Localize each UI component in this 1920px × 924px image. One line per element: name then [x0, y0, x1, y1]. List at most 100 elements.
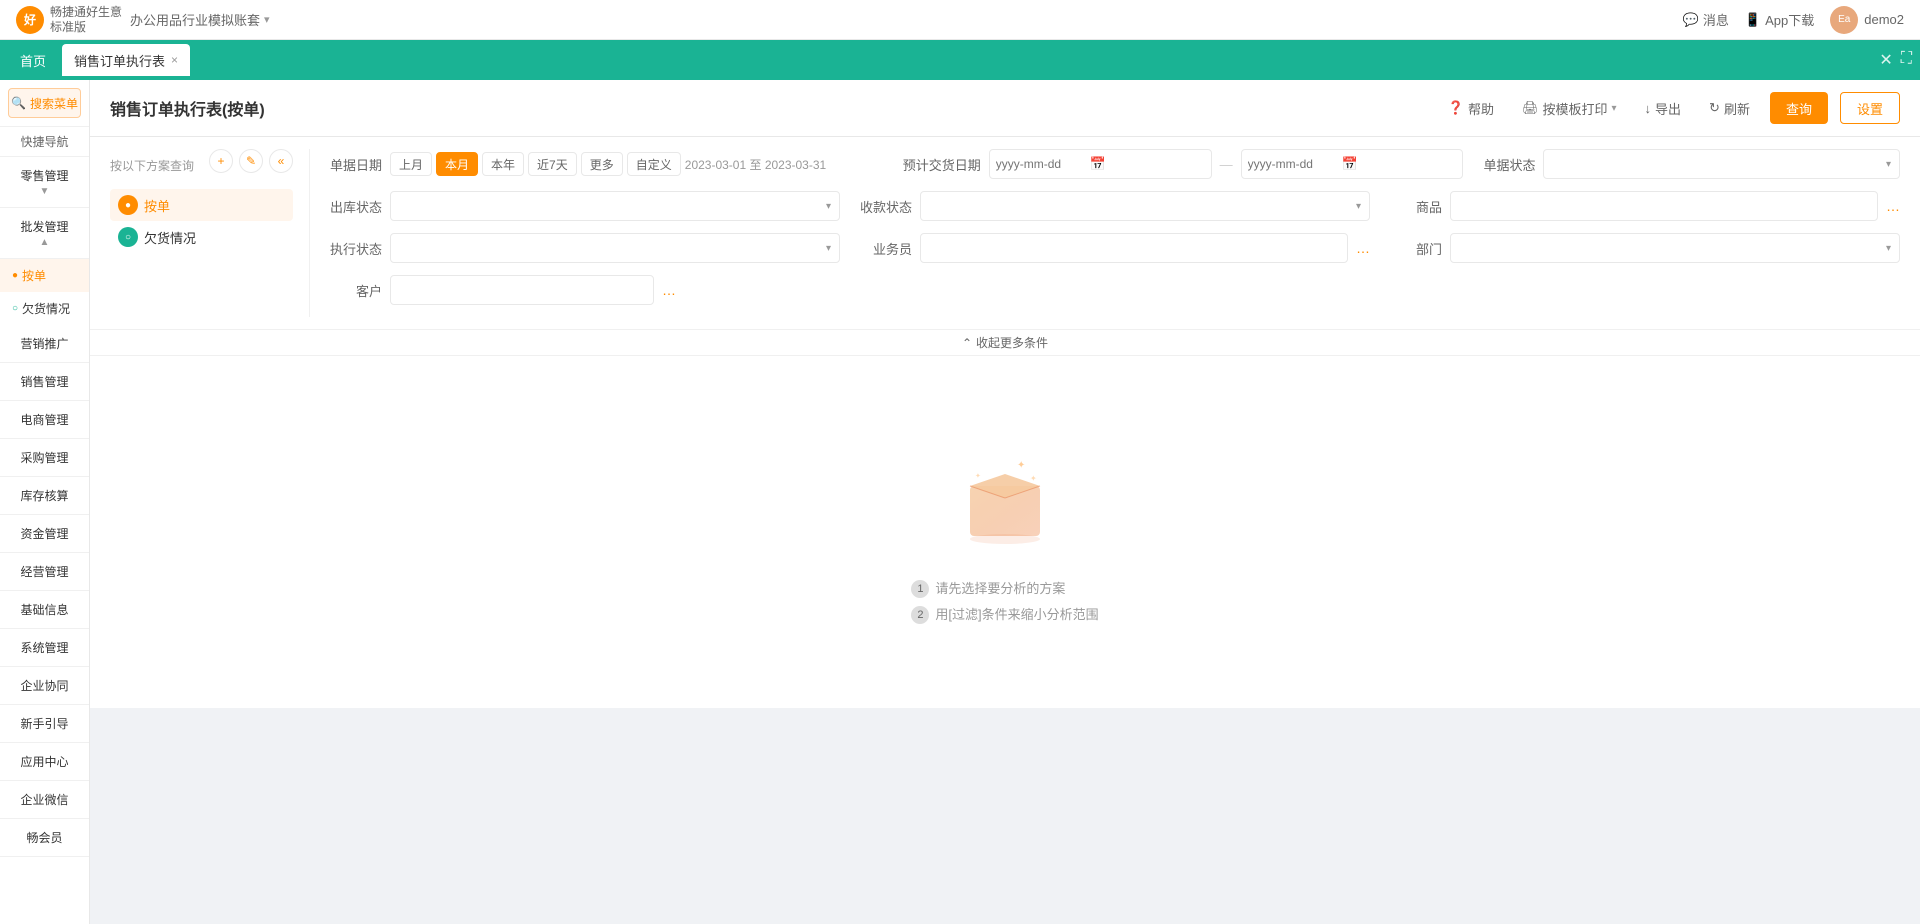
- empty-illustration: ✦ ✦ ✦: [945, 436, 1065, 556]
- sidebar-item-ecommerce[interactable]: 电商管理: [0, 401, 89, 439]
- customer-more-button[interactable]: …: [662, 282, 676, 298]
- salesperson-more-button[interactable]: …: [1356, 240, 1370, 256]
- filter-row-3: 执行状态 ▾ 业务员 …: [326, 233, 1900, 263]
- collapse-button[interactable]: ⌃ 收起更多条件: [962, 334, 1048, 351]
- date-btn-last-7[interactable]: 近7天: [528, 152, 577, 176]
- print-button[interactable]: 🖨 按模板打印 ▾: [1514, 95, 1625, 122]
- salesperson-input-wrap: [920, 233, 1348, 263]
- customer-input[interactable]: [390, 275, 654, 305]
- logo-text: 畅捷通好生意 标准版: [50, 5, 122, 34]
- chevron-down-icon: ▼: [40, 186, 50, 197]
- sidebar-item-inventory[interactable]: 库存核算: [0, 477, 89, 515]
- salesperson-input[interactable]: [920, 233, 1348, 263]
- sidebar-sub-item-欠货[interactable]: ○ 欠货情况: [0, 292, 89, 325]
- search-button[interactable]: 查询: [1770, 92, 1828, 124]
- content-area: 销售订单执行表(按单) ❓ 帮助 🖨 按模板打印 ▾ ↓ 导出 ↻ 刷新: [90, 80, 1920, 924]
- collapse-scheme-button[interactable]: «: [269, 149, 293, 173]
- tab-close-icon[interactable]: ×: [171, 53, 178, 67]
- window-expand-button[interactable]: ⛶: [1901, 50, 1912, 70]
- date-btn-group: 上月 本月 本年 近7天 更多 自定义 2023-03-01 至 2023-03…: [390, 152, 887, 176]
- goods-more-button[interactable]: …: [1886, 198, 1900, 214]
- add-scheme-button[interactable]: +: [209, 149, 233, 173]
- filter-dept: 部门 ▾: [1386, 233, 1900, 263]
- scheme-icon: ○: [118, 227, 138, 247]
- scheme-item-欠货[interactable]: ○ 欠货情况: [110, 221, 293, 253]
- date-btn-this-year[interactable]: 本年: [482, 152, 524, 176]
- calendar-icon-end[interactable]: 📅: [1342, 156, 1358, 172]
- dept-select[interactable]: ▾: [1450, 233, 1900, 263]
- expected-date-start-input[interactable]: [996, 157, 1086, 171]
- window-close-button[interactable]: ✕: [1879, 50, 1892, 70]
- goods-label: 商品: [1386, 197, 1442, 216]
- logo-area: 好 畅捷通好生意 标准版: [16, 5, 122, 34]
- sidebar-item-marketing[interactable]: 营销推广: [0, 325, 89, 363]
- sidebar-item-retail[interactable]: 零售管理 ▼: [0, 157, 89, 208]
- calendar-icon-start[interactable]: 📅: [1090, 156, 1106, 172]
- payment-status-label: 收款状态: [856, 197, 912, 216]
- salesperson-label: 业务员: [856, 239, 912, 258]
- exec-status-select[interactable]: ▾: [390, 233, 840, 263]
- exec-status-label: 执行状态: [326, 239, 382, 258]
- tab-bar: 首页 销售订单执行表 × ✕ ⛶: [0, 40, 1920, 80]
- sidebar-item-business[interactable]: 经营管理: [0, 553, 89, 591]
- payment-status-select[interactable]: ▾: [920, 191, 1370, 221]
- export-button[interactable]: ↓ 导出: [1637, 95, 1690, 122]
- sidebar-item-quick-nav[interactable]: 快捷导航: [0, 127, 89, 157]
- sidebar-item-wholesale[interactable]: 批发管理 ▲: [0, 208, 89, 259]
- page-header-actions: ❓ 帮助 🖨 按模板打印 ▾ ↓ 导出 ↻ 刷新 查询 设置: [1440, 92, 1900, 124]
- chevron-up-icon: ⌃: [962, 336, 972, 350]
- help-button[interactable]: ❓ 帮助: [1440, 95, 1502, 122]
- date-btn-more[interactable]: 更多: [581, 152, 623, 176]
- shipment-status-select[interactable]: ▾: [390, 191, 840, 221]
- sidebar-item-system[interactable]: 系统管理: [0, 629, 89, 667]
- refresh-button[interactable]: ↻ 刷新: [1701, 95, 1758, 122]
- sidebar-item-basic-info[interactable]: 基础信息: [0, 591, 89, 629]
- filter-panel: 按以下方案查询 + ✎ «: [90, 137, 1920, 355]
- filter-salesperson: 业务员 …: [856, 233, 1370, 263]
- sidebar-item-purchase[interactable]: 采购管理: [0, 439, 89, 477]
- top-bar-left: 好 畅捷通好生意 标准版 办公用品行业模拟账套 ▾: [16, 5, 270, 34]
- goods-input[interactable]: [1450, 191, 1878, 221]
- date-separator: —: [1220, 157, 1233, 172]
- date-btn-this-month[interactable]: 本月: [436, 152, 478, 176]
- top-bar: 好 畅捷通好生意 标准版 办公用品行业模拟账套 ▾ 💬 消息 📱 App下载 E…: [0, 0, 1920, 40]
- circle-icon: ○: [12, 303, 18, 314]
- sidebar-item-wechat[interactable]: 企业微信: [0, 781, 89, 819]
- doc-date-label: 单据日期: [326, 155, 382, 174]
- edit-scheme-button[interactable]: ✎: [239, 149, 263, 173]
- search-menu-button[interactable]: 🔍 搜索菜单: [8, 88, 81, 118]
- sidebar-sub-item-按单[interactable]: ● 按单: [0, 259, 89, 292]
- settings-button[interactable]: 设置: [1840, 92, 1900, 124]
- logo-icon: 好: [16, 6, 44, 34]
- app-download-button[interactable]: 📱 App下载: [1745, 10, 1814, 29]
- tip-num-1: 1: [911, 580, 929, 598]
- page-title: 销售订单执行表(按单): [110, 96, 265, 120]
- tab-active[interactable]: 销售订单执行表 ×: [62, 44, 190, 76]
- date-btn-custom[interactable]: 自定义: [627, 152, 681, 176]
- sidebar-item-newbie[interactable]: 新手引导: [0, 705, 89, 743]
- empty-tip-1: 1 请先选择要分析的方案: [911, 576, 1098, 602]
- export-icon: ↓: [1645, 101, 1652, 116]
- date-btn-last-month[interactable]: 上月: [390, 152, 432, 176]
- print-arrow-icon: ▾: [1612, 103, 1617, 114]
- doc-status-arrow-icon: ▾: [1886, 159, 1891, 170]
- sidebar-item-sales[interactable]: 销售管理: [0, 363, 89, 401]
- scheme-item-按单[interactable]: ● 按单: [110, 189, 293, 221]
- tab-home[interactable]: 首页: [8, 44, 58, 76]
- download-icon: 📱: [1745, 12, 1761, 28]
- doc-status-label: 单据状态: [1479, 155, 1535, 174]
- message-button[interactable]: 💬 消息: [1683, 10, 1729, 29]
- sidebar-item-finance[interactable]: 资金管理: [0, 515, 89, 553]
- empty-tips: 1 请先选择要分析的方案 2 用[过滤]条件来缩小分析范围: [911, 576, 1098, 628]
- doc-status-select[interactable]: ▾: [1543, 149, 1900, 179]
- sidebar-item-app-center[interactable]: 应用中心: [0, 743, 89, 781]
- expected-date-end-input[interactable]: [1248, 157, 1338, 171]
- empty-tip-2: 2 用[过滤]条件来缩小分析范围: [911, 602, 1098, 628]
- filter-row-1: 单据日期 上月 本月 本年 近7天 更多 自定义 2023-03-01 至 20…: [326, 149, 1900, 179]
- chevron-up-icon: ▲: [40, 237, 50, 248]
- date-range-display: 2023-03-01 至 2023-03-31: [685, 156, 826, 173]
- sidebar-item-member[interactable]: 畅会员: [0, 819, 89, 857]
- sidebar-item-enterprise-collab[interactable]: 企业协同: [0, 667, 89, 705]
- customer-input-wrap: [390, 275, 654, 305]
- user-menu[interactable]: Ea demo2: [1830, 6, 1904, 34]
